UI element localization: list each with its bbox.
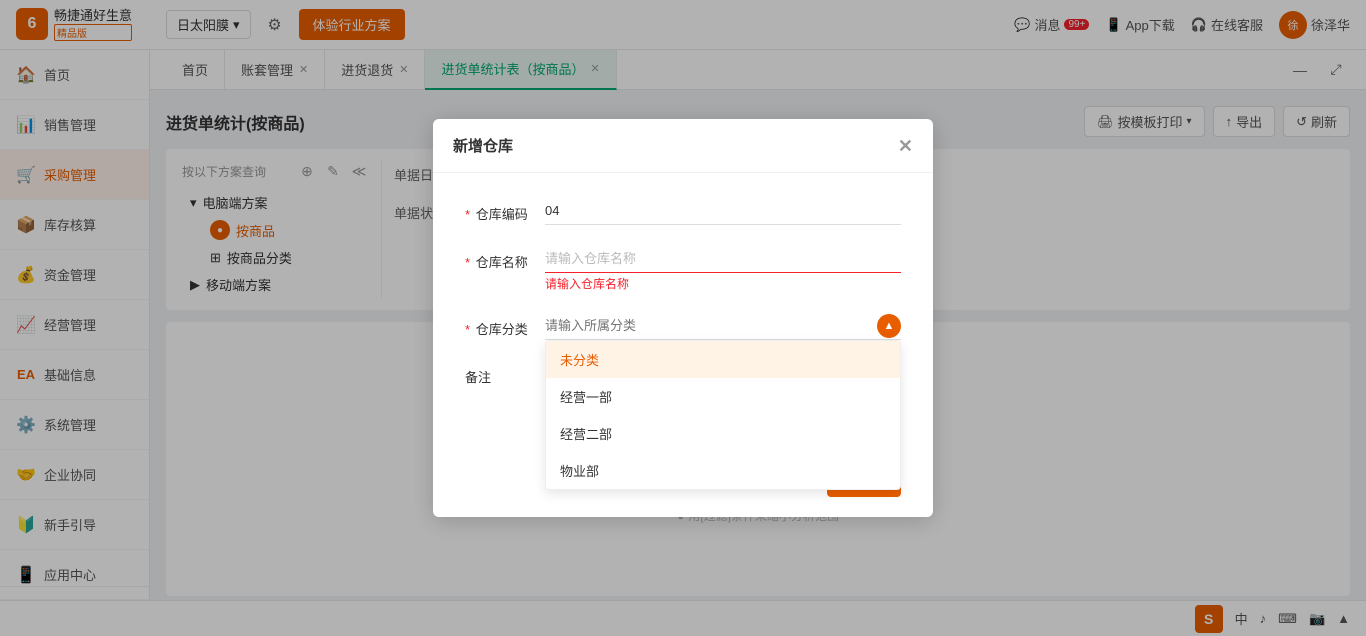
required-star-2: * bbox=[465, 255, 470, 270]
category-dropdown-list: 未分类 经营一部 经营二部 物业部 bbox=[545, 340, 901, 490]
modal-title: 新增仓库 bbox=[453, 135, 513, 156]
warehouse-category-row: * 仓库分类 ▲ 未分类 经营一部 经营二部 物业部 bbox=[465, 312, 901, 340]
modal-body: * 仓库编码 * 仓库名称 请输入仓库名称 bbox=[433, 173, 933, 450]
warehouse-name-input[interactable] bbox=[545, 245, 901, 273]
dropdown-item-uncategorized[interactable]: 未分类 bbox=[546, 341, 900, 378]
warehouse-name-error: 请输入仓库名称 bbox=[545, 275, 901, 292]
modal-header: 新增仓库 ✕ bbox=[433, 119, 933, 173]
required-star-3: * bbox=[465, 322, 470, 337]
warehouse-code-label: * 仓库编码 bbox=[465, 197, 545, 223]
dropdown-item-dept2[interactable]: 经营二部 bbox=[546, 415, 900, 452]
warehouse-note-label: 备注 bbox=[465, 360, 545, 386]
add-warehouse-modal: 新增仓库 ✕ * 仓库编码 * 仓库名称 bbox=[433, 119, 933, 517]
dropdown-item-property[interactable]: 物业部 bbox=[546, 452, 900, 489]
warehouse-category-input[interactable] bbox=[545, 312, 901, 340]
warehouse-category-field: ▲ 未分类 经营一部 经营二部 物业部 bbox=[545, 312, 901, 340]
warehouse-code-input[interactable] bbox=[545, 197, 901, 225]
warehouse-name-label: * 仓库名称 bbox=[465, 245, 545, 271]
warehouse-code-row: * 仓库编码 bbox=[465, 197, 901, 225]
required-star: * bbox=[465, 207, 470, 222]
warehouse-category-label: * 仓库分类 bbox=[465, 312, 545, 338]
warehouse-name-field: 请输入仓库名称 bbox=[545, 245, 901, 292]
warehouse-name-row: * 仓库名称 请输入仓库名称 bbox=[465, 245, 901, 292]
modal-overlay: 新增仓库 ✕ * 仓库编码 * 仓库名称 bbox=[0, 0, 1366, 636]
modal-close-button[interactable]: ✕ bbox=[898, 137, 913, 155]
dropdown-item-dept1[interactable]: 经营一部 bbox=[546, 378, 900, 415]
warehouse-code-field bbox=[545, 197, 901, 225]
category-dropdown-toggle[interactable]: ▲ bbox=[877, 314, 901, 338]
